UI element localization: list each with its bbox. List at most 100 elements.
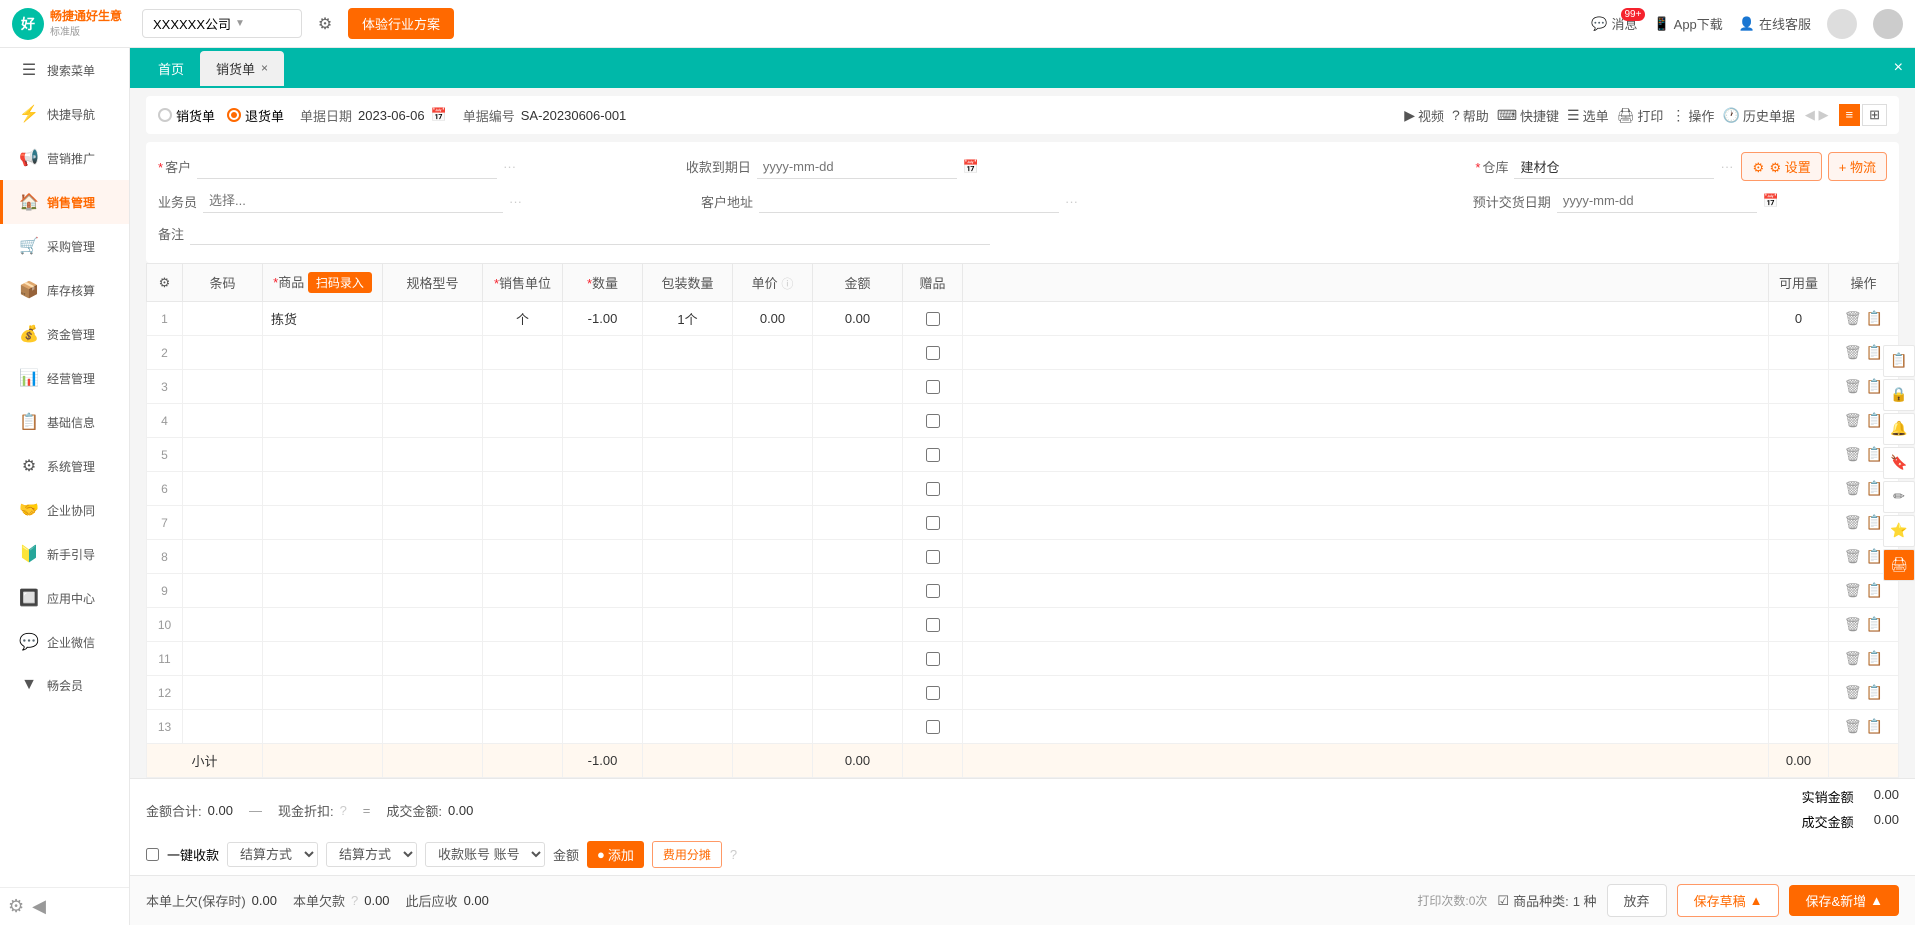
copy-icon[interactable]: 📋 (1866, 684, 1883, 701)
sidebar-item-search[interactable]: ☰ 搜索菜单 (0, 48, 129, 92)
copy-icon[interactable]: 📋 (1866, 310, 1883, 327)
message-button[interactable]: 💬 消息 99+ (1591, 14, 1637, 33)
customer-input[interactable] (197, 155, 497, 179)
gift-checkbox[interactable] (926, 652, 940, 666)
payment-date-input[interactable] (757, 155, 957, 179)
tab-home[interactable]: 首页 (142, 51, 200, 86)
view-list-button[interactable]: ≡ (1839, 104, 1861, 126)
copy-icon[interactable]: 📋 (1866, 446, 1883, 463)
sidebar-item-inventory[interactable]: 📦 库存核算 (0, 268, 129, 312)
gift-checkbox[interactable] (926, 720, 940, 734)
delete-icon[interactable]: 🗑 (1844, 344, 1862, 361)
gift-checkbox[interactable] (926, 686, 940, 700)
expense-split-button[interactable]: 费用分摊 (652, 841, 722, 868)
abandon-button[interactable]: 放弃 (1607, 884, 1667, 917)
gift-checkbox[interactable] (926, 380, 940, 394)
sidebar-item-sales[interactable]: 🏠 销售管理 (0, 180, 129, 224)
delete-icon[interactable]: 🗑 (1844, 446, 1862, 463)
online-service-button[interactable]: 👤 在线客服 (1739, 14, 1811, 33)
avatar2[interactable] (1873, 9, 1903, 39)
sidebar-item-wechat[interactable]: 💬 企业微信 (0, 620, 129, 664)
gift-checkbox[interactable] (926, 414, 940, 428)
float-btn-6[interactable]: ⭐ (1883, 515, 1915, 547)
notes-input[interactable] (190, 221, 990, 245)
delete-icon[interactable]: 🗑 (1844, 616, 1862, 633)
sidebar-item-apps[interactable]: 🔲 应用中心 (0, 576, 129, 620)
delete-icon[interactable]: 🗑 (1844, 548, 1862, 565)
actions-button[interactable]: ⋮ 操作 (1671, 106, 1714, 125)
tab-close-icon[interactable]: × (261, 61, 268, 75)
view-grid-button[interactable]: ⊞ (1862, 104, 1887, 126)
price-info-icon[interactable]: ⓘ (781, 277, 793, 291)
copy-icon[interactable]: 📋 (1866, 718, 1883, 735)
copy-icon[interactable]: 📋 (1866, 514, 1883, 531)
sidebar-item-base[interactable]: 📋 基础信息 (0, 400, 129, 444)
warehouse-input[interactable] (1514, 155, 1714, 179)
copy-icon[interactable]: 📋 (1866, 480, 1883, 497)
copy-icon[interactable]: 📋 (1866, 650, 1883, 667)
sidebar-item-finance[interactable]: 💰 资金管理 (0, 312, 129, 356)
delete-icon[interactable]: 🗑 (1844, 582, 1862, 599)
sidebar-collapse-icon[interactable]: ◀ (32, 896, 46, 917)
account-no-select[interactable]: 收款账号 账号 (425, 842, 545, 867)
copy-icon[interactable]: 📋 (1866, 616, 1883, 633)
single-owe-help-icon[interactable]: ? (351, 893, 358, 908)
float-btn-4[interactable]: 🔖 (1883, 447, 1915, 479)
salesperson-dots-icon[interactable]: ··· (509, 194, 522, 209)
goods-type[interactable]: ☑ 商品种类: 1 种 (1497, 891, 1596, 910)
gift-checkbox[interactable] (926, 618, 940, 632)
delete-icon[interactable]: 🗑 (1844, 480, 1862, 497)
save-draft-button[interactable]: 保存草稿 ▲ (1677, 884, 1780, 917)
expense-help-icon[interactable]: ? (730, 847, 737, 862)
trial-button[interactable]: 体验行业方案 (348, 8, 454, 39)
float-btn-5[interactable]: ✏ (1883, 481, 1915, 513)
print-button[interactable]: 🖨 打印 (1617, 106, 1664, 125)
copy-icon[interactable]: 📋 (1866, 378, 1883, 395)
save-new-button[interactable]: 保存&新增 ▲ (1789, 885, 1899, 916)
copy-icon[interactable]: 📋 (1866, 582, 1883, 599)
sidebar-item-quick-nav[interactable]: ⚡ 快捷导航 (0, 92, 129, 136)
avatar[interactable] (1827, 9, 1857, 39)
app-download-button[interactable]: 📱 App下载 (1653, 14, 1722, 33)
delete-icon[interactable]: 🗑 (1844, 310, 1862, 327)
customer-dots-icon[interactable]: ··· (503, 159, 516, 174)
tab-sales-order[interactable]: 销货单 × (200, 51, 284, 86)
customer-address-input[interactable] (759, 189, 1059, 213)
sidebar-item-enterprise[interactable]: 🤝 企业协同 (0, 488, 129, 532)
settings-icon[interactable]: ⚙ (310, 9, 340, 39)
sidebar-item-operations[interactable]: 📊 经营管理 (0, 356, 129, 400)
gift-checkbox[interactable] (926, 516, 940, 530)
settings-button[interactable]: ⚙ ⚙ 设置 (1741, 152, 1821, 181)
gift-checkbox[interactable] (926, 346, 940, 360)
copy-icon[interactable]: 📋 (1866, 548, 1883, 565)
sidebar-item-marketing[interactable]: 📢 营销推广 (0, 136, 129, 180)
date-calendar-icon[interactable]: 📅 (431, 107, 447, 123)
gift-checkbox[interactable] (926, 312, 940, 326)
warehouse-dots-icon[interactable]: ··· (1720, 159, 1733, 174)
payment-date-calendar-icon[interactable]: 📅 (963, 159, 979, 175)
company-selector[interactable]: XXXXXX公司 ▼ (142, 9, 302, 38)
salesperson-input[interactable] (203, 189, 503, 213)
shortcut-button[interactable]: ⌨ 快捷键 (1497, 106, 1559, 125)
add-payment-button[interactable]: ● 添加 (587, 841, 644, 868)
delete-icon[interactable]: 🗑 (1844, 650, 1862, 667)
window-close-icon[interactable]: × (1894, 59, 1903, 77)
float-btn-1[interactable]: 📋 (1883, 345, 1915, 377)
sidebar-item-member[interactable]: ▼ 畅会员 (0, 664, 129, 706)
sidebar-item-purchase[interactable]: 🛒 采购管理 (0, 224, 129, 268)
help-button[interactable]: ? 帮助 (1452, 106, 1489, 125)
sidebar-item-system[interactable]: ⚙ 系统管理 (0, 444, 129, 488)
gift-checkbox[interactable] (926, 448, 940, 462)
sale-order-radio[interactable]: 销货单 (158, 106, 215, 125)
float-btn-7[interactable]: 🖨 (1883, 549, 1915, 581)
delete-icon[interactable]: 🗑 (1844, 412, 1862, 429)
copy-icon[interactable]: 📋 (1866, 412, 1883, 429)
select-button[interactable]: ☰ 选单 (1567, 106, 1609, 125)
expected-date-calendar-icon[interactable]: 📅 (1763, 193, 1779, 209)
gift-checkbox[interactable] (926, 482, 940, 496)
copy-icon[interactable]: 📋 (1866, 344, 1883, 361)
address-dots-icon[interactable]: ··· (1065, 194, 1078, 209)
logistics-button[interactable]: + 物流 (1828, 152, 1887, 181)
delete-icon[interactable]: 🗑 (1844, 684, 1862, 701)
scan-button[interactable]: 扫码录入 (308, 272, 372, 293)
